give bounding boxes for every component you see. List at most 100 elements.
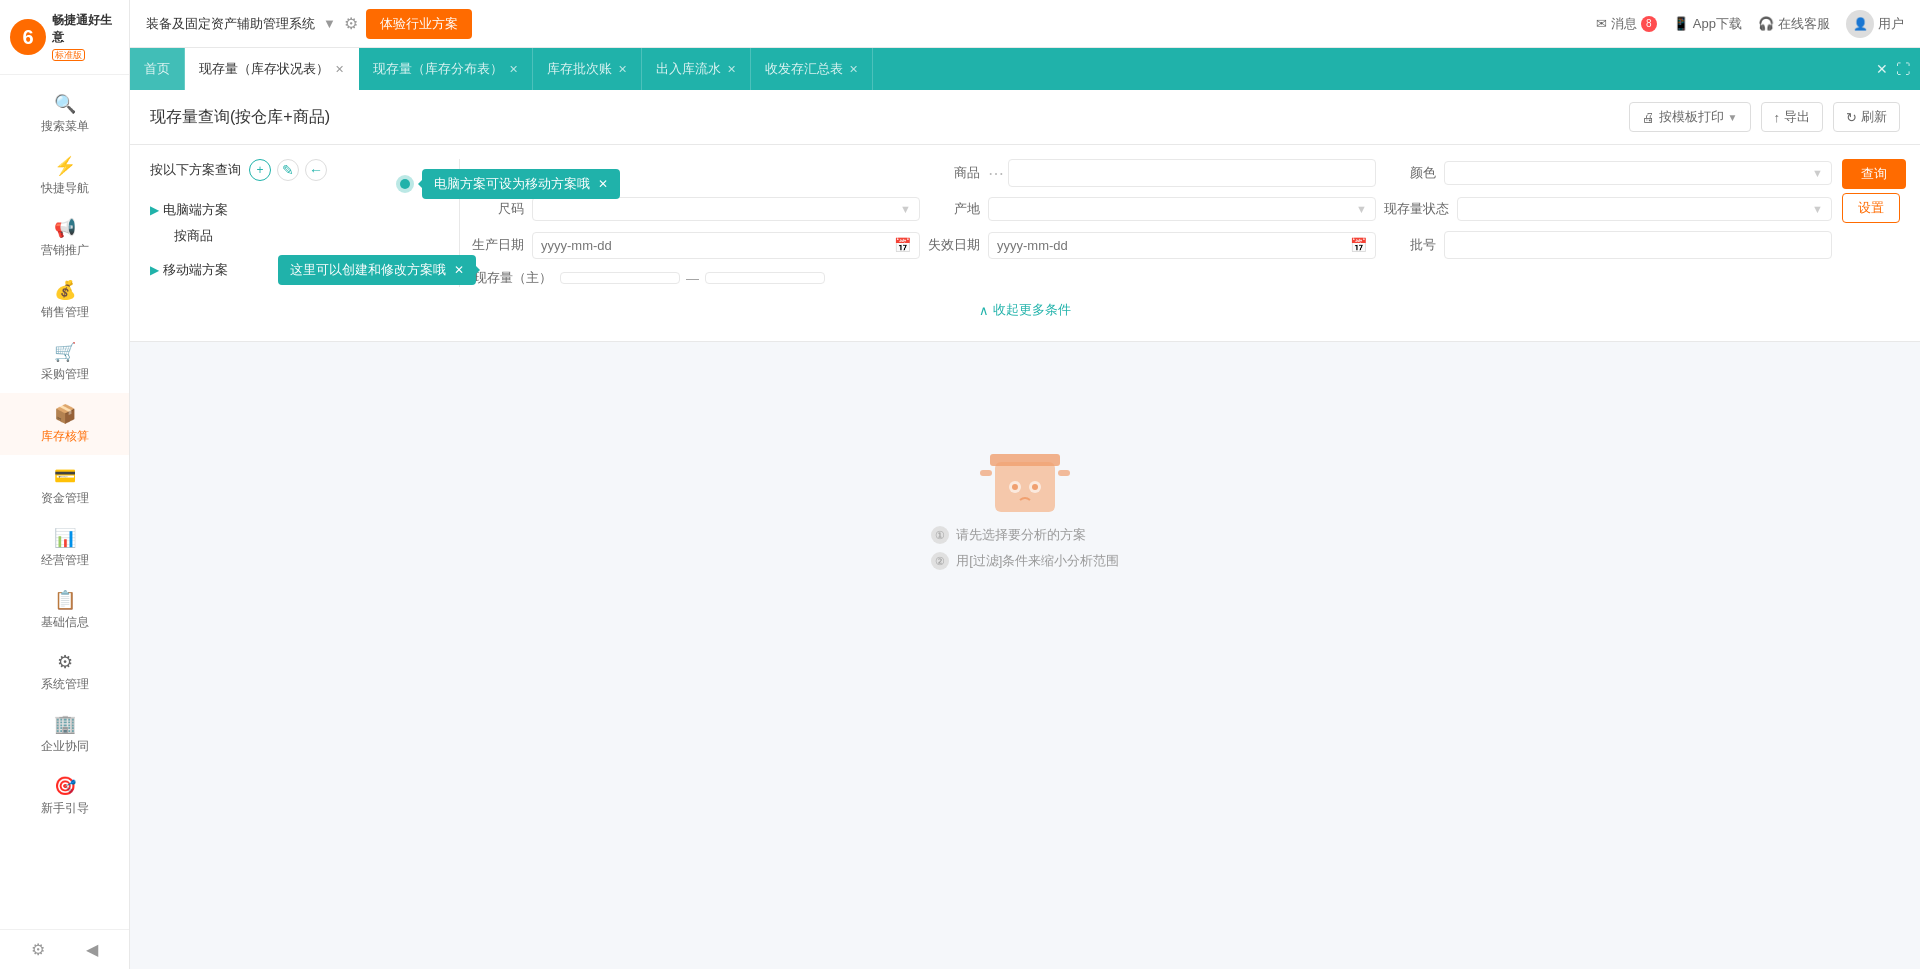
- filter-row1-col3: 颜色 ▼: [1384, 161, 1832, 185]
- sidebar-item-quick-nav[interactable]: ⚡ 快捷导航: [0, 145, 129, 207]
- origin-label: 产地: [928, 200, 980, 218]
- size-select[interactable]: ▼: [532, 197, 920, 221]
- print-dropdown-icon: ▼: [1728, 112, 1738, 123]
- sidebar-item-enterprise[interactable]: 🏢 企业协同: [0, 703, 129, 765]
- tab-inout-flow-label: 出入库流水: [656, 60, 721, 78]
- filter-row2-col3: 现存量状态 ▼: [1384, 197, 1832, 221]
- search-button[interactable]: 查询: [1842, 159, 1906, 189]
- tab-close-all-icon[interactable]: ✕: [1876, 61, 1888, 77]
- scheme-item-desktop[interactable]: ▶ 电脑端方案: [150, 197, 447, 223]
- tab-receive-summary[interactable]: 收发存汇总表 ✕: [751, 48, 873, 90]
- filter-row3-col1: 生产日期 📅: [472, 232, 920, 259]
- edit-scheme-button[interactable]: ✎: [277, 159, 299, 181]
- scheme-child-item[interactable]: 按商品: [170, 223, 447, 249]
- quick-nav-icon: ⚡: [54, 155, 76, 177]
- print-icon: 🖨: [1642, 110, 1655, 125]
- sidebar-item-sales[interactable]: 💰 销售管理: [0, 269, 129, 331]
- batch-input[interactable]: [1444, 231, 1832, 259]
- desktop-expand-icon: ▶: [150, 203, 159, 217]
- settings-footer-icon[interactable]: ⚙: [31, 940, 45, 959]
- support-label: 在线客服: [1778, 15, 1830, 33]
- tip-num-2: ②: [931, 552, 949, 570]
- tab-expand-icon[interactable]: ⛶: [1896, 61, 1910, 77]
- expire-date-label: 失效日期: [928, 236, 980, 254]
- stock-main-to[interactable]: [705, 272, 825, 284]
- tooltip2-close[interactable]: ✕: [454, 263, 464, 277]
- tooltip2-text: 这里可以创建和修改方案哦: [290, 261, 446, 279]
- tab-inout-flow[interactable]: 出入库流水 ✕: [642, 48, 751, 90]
- search-buttons: 查询 设置: [1832, 159, 1900, 293]
- message-button[interactable]: ✉ 消息 8: [1596, 15, 1657, 33]
- user-label: 用户: [1878, 15, 1904, 33]
- stock-status-select[interactable]: ▼: [1457, 197, 1832, 221]
- sidebar-item-newbie[interactable]: 🎯 新手引导: [0, 765, 129, 827]
- page-header: 现存量查询(按仓库+商品) 🖨 按模板打印 ▼ ↑ 导出 ↻ 刷新: [130, 90, 1920, 145]
- goods-dots[interactable]: ⋯: [988, 164, 1004, 183]
- tab-inout-flow-close[interactable]: ✕: [727, 63, 736, 76]
- topbar-dropdown-icon[interactable]: ▼: [323, 16, 336, 31]
- sidebar-item-inventory[interactable]: 📦 库存核算: [0, 393, 129, 455]
- origin-select[interactable]: ▼: [988, 197, 1376, 221]
- try-industry-button[interactable]: 体验行业方案: [366, 9, 472, 39]
- expire-date-input-wrapper[interactable]: 📅: [988, 232, 1376, 259]
- collapse-sidebar-icon[interactable]: ◀: [86, 940, 98, 959]
- app-download-label: App下载: [1693, 15, 1742, 33]
- expire-date-input[interactable]: [989, 233, 1342, 258]
- sidebar-item-label: 采购管理: [41, 366, 89, 383]
- sidebar-item-purchase[interactable]: 🛒 采购管理: [0, 331, 129, 393]
- tab-batch-ledger-close[interactable]: ✕: [618, 63, 627, 76]
- system-icon: ⚙: [57, 651, 73, 673]
- tab-batch-ledger[interactable]: 库存批次账 ✕: [533, 48, 642, 90]
- batch-label: 批号: [1384, 236, 1436, 254]
- stock-main-from[interactable]: [560, 272, 680, 284]
- online-support-button[interactable]: 🎧 在线客服: [1758, 15, 1830, 33]
- message-badge: 8: [1641, 16, 1657, 32]
- sidebar-item-label: 销售管理: [41, 304, 89, 321]
- filter-row2-col1: 尺码 ▼: [472, 197, 920, 221]
- tab-inventory-status-close[interactable]: ✕: [335, 63, 344, 76]
- back-scheme-button[interactable]: ←: [305, 159, 327, 181]
- refresh-button[interactable]: ↻ 刷新: [1833, 102, 1900, 132]
- topbar-settings-icon[interactable]: ⚙: [344, 14, 358, 33]
- add-scheme-button[interactable]: +: [249, 159, 271, 181]
- tab-inventory-status[interactable]: 现存量（库存状况表） ✕: [185, 48, 359, 90]
- svg-point-4: [1012, 484, 1018, 490]
- filter-row2-col2: 产地 ▼: [928, 197, 1376, 221]
- sidebar-item-marketing[interactable]: 📢 营销推广: [0, 207, 129, 269]
- filter-header: 按以下方案查询 + ✎ ←: [150, 159, 447, 181]
- scheme-children-desktop: 按商品: [150, 223, 447, 249]
- settings-button[interactable]: 设置: [1842, 193, 1900, 223]
- sidebar-item-label: 营销推广: [41, 242, 89, 259]
- empty-state: ① 请先选择要分析的方案 ② 用[过滤]条件来缩小分析范围: [130, 342, 1920, 654]
- tab-inventory-dist[interactable]: 现存量（库存分布表） ✕: [359, 48, 533, 90]
- filter-actions: + ✎ ←: [249, 159, 327, 181]
- produce-date-input-wrapper[interactable]: 📅: [532, 232, 920, 259]
- sidebar-item-finance[interactable]: 💳 资金管理: [0, 455, 129, 517]
- refresh-label: 刷新: [1861, 108, 1887, 126]
- goods-input[interactable]: [1008, 159, 1376, 187]
- svg-rect-0: [995, 462, 1055, 512]
- sidebar-item-search-menu[interactable]: 🔍 搜索菜单: [0, 83, 129, 145]
- app-download-button[interactable]: 📱 App下载: [1673, 15, 1742, 33]
- export-button[interactable]: ↑ 导出: [1761, 102, 1824, 132]
- tab-receive-summary-close[interactable]: ✕: [849, 63, 858, 76]
- tab-home[interactable]: 首页: [130, 48, 185, 90]
- empty-tip-2: 用[过滤]条件来缩小分析范围: [956, 553, 1119, 568]
- color-select[interactable]: ▼: [1444, 161, 1832, 185]
- tab-inventory-dist-label: 现存量（库存分布表）: [373, 60, 503, 78]
- collapse-filter-button[interactable]: ∧ 收起更多条件: [150, 293, 1900, 327]
- tabbar: 首页 现存量（库存状况表） ✕ 现存量（库存分布表） ✕ 库存批次账 ✕ 出入库…: [130, 48, 1920, 90]
- sidebar-item-operations[interactable]: 📊 经营管理: [0, 517, 129, 579]
- filter-section: 按以下方案查询 + ✎ ← ▶ 电脑端方案: [130, 145, 1920, 342]
- produce-date-input[interactable]: [533, 233, 886, 258]
- sidebar-item-basic-info[interactable]: 📋 基础信息: [0, 579, 129, 641]
- user-profile[interactable]: 👤 用户: [1846, 10, 1904, 38]
- tab-inventory-dist-close[interactable]: ✕: [509, 63, 518, 76]
- print-template-button[interactable]: 🖨 按模板打印 ▼: [1629, 102, 1751, 132]
- tooltip1-close[interactable]: ✕: [598, 177, 608, 191]
- stock-main-dash: —: [686, 271, 699, 286]
- empty-tips: ① 请先选择要分析的方案 ② 用[过滤]条件来缩小分析范围: [931, 522, 1120, 574]
- sidebar-item-system[interactable]: ⚙ 系统管理: [0, 641, 129, 703]
- page-title: 现存量查询(按仓库+商品): [150, 107, 330, 128]
- finance-icon: 💳: [54, 465, 76, 487]
